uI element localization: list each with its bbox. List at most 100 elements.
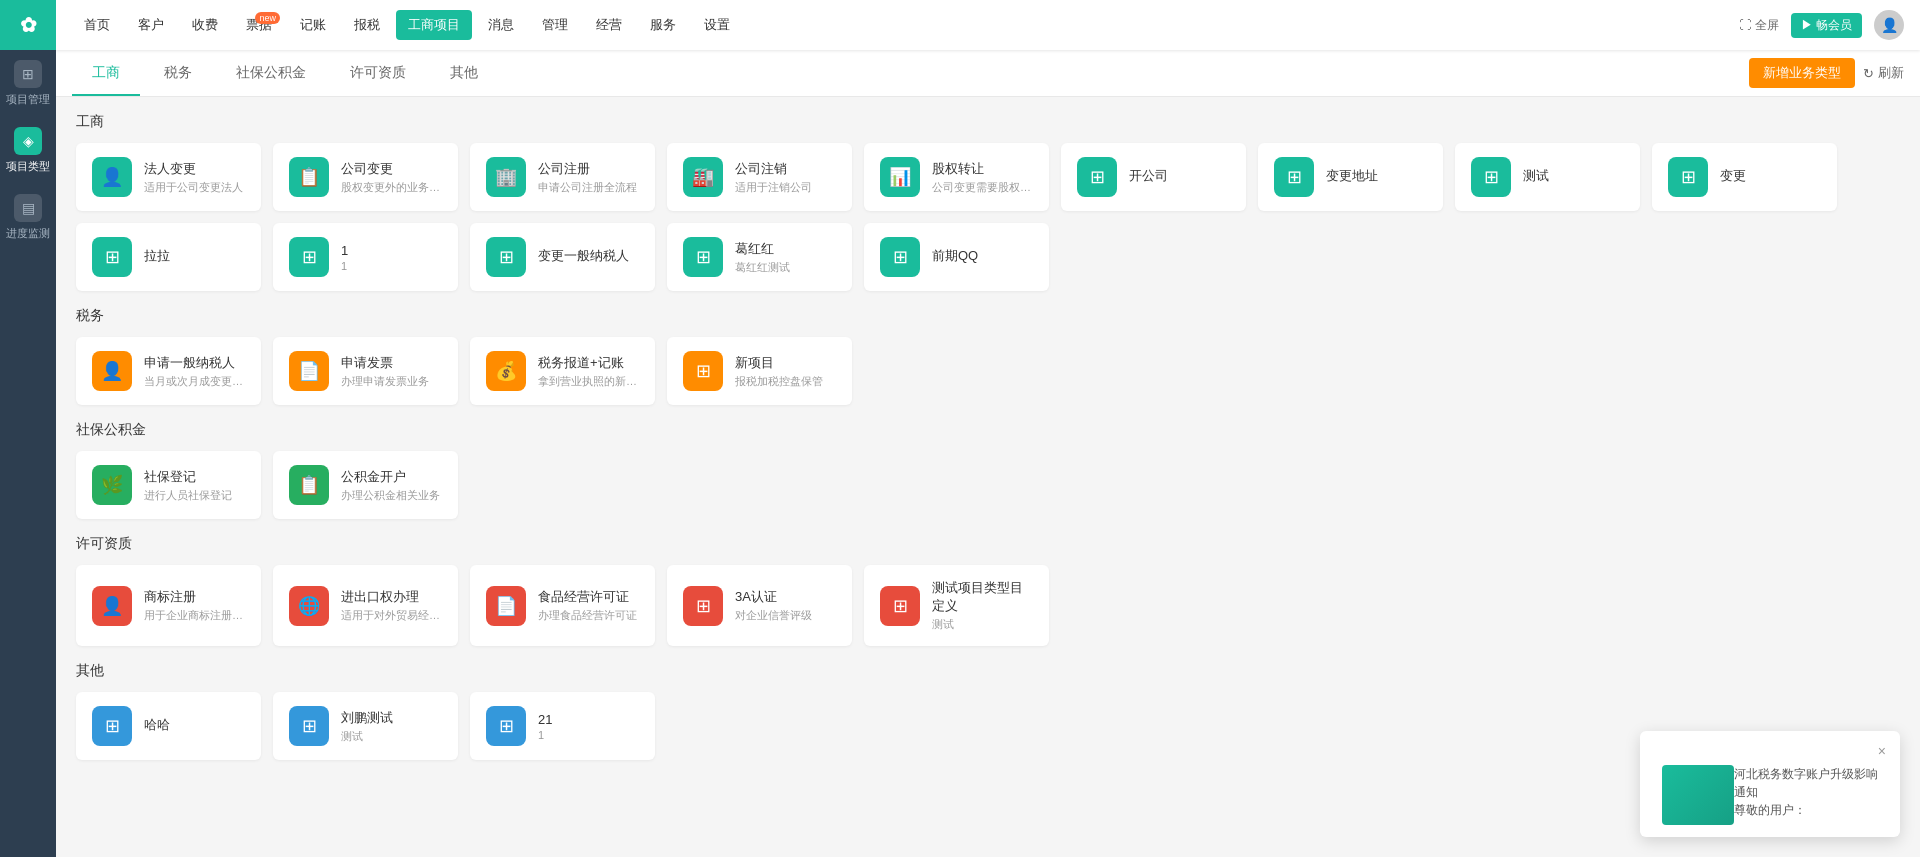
navbar-right: ⛶ 全屏 ▶ 畅会员 👤 <box>1739 10 1904 40</box>
card-tax-report[interactable]: 💰 税务报道+记账拿到营业执照的新公司 <box>470 337 655 405</box>
card-num1[interactable]: ⊞11 <box>273 223 458 291</box>
card-new-project[interactable]: ⊞新项目报税加税控盘保管 <box>667 337 852 405</box>
card-title-num1: 1 <box>341 243 442 258</box>
card-desc-tax-report: 拿到营业执照的新公司 <box>538 374 639 389</box>
card-desc-social-reg: 进行人员社保登记 <box>144 488 245 503</box>
fullscreen-icon: ⛶ <box>1739 18 1751 32</box>
card-text-apply-taxpayer: 申请一般纳税人当月或次月成变更完成 <box>144 354 245 389</box>
card-apply-taxpayer[interactable]: 👤申请一般纳税人当月或次月成变更完成 <box>76 337 261 405</box>
card-mohonghong[interactable]: ⊞葛红红葛红红测试 <box>667 223 852 291</box>
card-desc-num21: 1 <box>538 729 639 741</box>
tab-other[interactable]: 其他 <box>430 50 498 96</box>
card-icon-change-taxpayer: ⊞ <box>486 237 526 277</box>
card-social-reg[interactable]: 🌿社保登记进行人员社保登记 <box>76 451 261 519</box>
nav-tax[interactable]: 报税 <box>342 10 392 40</box>
card-fund-account[interactable]: 📋公积金开户办理公积金相关业务 <box>273 451 458 519</box>
nav-accounting[interactable]: 记账 <box>288 10 338 40</box>
tab-bizreg[interactable]: 工商 <box>72 50 140 96</box>
nav-tickets[interactable]: 票据 new <box>234 10 284 40</box>
nav-items: 首页 客户 收费 票据 new 记账 报税 工商项目 消息 管理 经营 服务 设… <box>72 10 1739 40</box>
vip-button[interactable]: ▶ 畅会员 <box>1791 13 1862 38</box>
card-icon-legal-change: 👤 <box>92 157 132 197</box>
card-icon-change-address: ⊞ <box>1274 157 1314 197</box>
nav-settings[interactable]: 设置 <box>692 10 742 40</box>
card-title-import-export: 进出口权办理 <box>341 588 442 606</box>
card-text-food-license: 食品经营许可证办理食品经营许可证 <box>538 588 639 623</box>
card-change-address[interactable]: ⊞ 变更地址 <box>1258 143 1443 211</box>
tab-license[interactable]: 许可资质 <box>330 50 426 96</box>
card-title-change-address: 变更地址 <box>1326 167 1427 185</box>
card-icon-trademark: 👤 <box>92 586 132 626</box>
nav-manage[interactable]: 管理 <box>530 10 580 40</box>
sidebar-item-progress[interactable]: ▤ 进度监测 <box>0 184 56 251</box>
nav-service[interactable]: 服务 <box>638 10 688 40</box>
card-title-lala: 拉拉 <box>144 247 245 265</box>
card-trademark[interactable]: 👤商标注册用于企业商标注册服务 <box>76 565 261 646</box>
card-change[interactable]: ⊞ 变更 <box>1652 143 1837 211</box>
new-type-button[interactable]: 新增业务类型 <box>1749 58 1855 88</box>
tab-tax[interactable]: 税务 <box>144 50 212 96</box>
card-icon-test: ⊞ <box>1471 157 1511 197</box>
card-liupeng-test[interactable]: ⊞刘鹏测试测试 <box>273 692 458 760</box>
card-company-cancel[interactable]: 🏭公司注销适用于注销公司 <box>667 143 852 211</box>
card-text-tax-report: 税务报道+记账拿到营业执照的新公司 <box>538 354 639 389</box>
user-avatar[interactable]: 👤 <box>1874 10 1904 40</box>
card-title-haha: 哈哈 <box>144 716 245 734</box>
card-title-early-qq: 前期QQ <box>932 247 1033 265</box>
refresh-button[interactable]: ↻ 刷新 <box>1863 64 1904 82</box>
nav-billing[interactable]: 收费 <box>180 10 230 40</box>
card-apply-invoice[interactable]: 📄申请发票办理申请发票业务 <box>273 337 458 405</box>
card-early-qq[interactable]: ⊞前期QQ <box>864 223 1049 291</box>
card-title-apply-invoice: 申请发票 <box>341 354 442 372</box>
card-icon-company-change: 📋 <box>289 157 329 197</box>
nav-client[interactable]: 客户 <box>126 10 176 40</box>
card-title-legal-change: 法人变更 <box>144 160 245 178</box>
card-title-change: 变更 <box>1720 167 1821 185</box>
card-company-reg[interactable]: 🏢公司注册申请公司注册全流程 <box>470 143 655 211</box>
card-change-taxpayer[interactable]: ⊞变更一般纳税人 <box>470 223 655 291</box>
card-legal-change[interactable]: 👤法人变更适用于公司变更法人 <box>76 143 261 211</box>
nav-home[interactable]: 首页 <box>72 10 122 40</box>
card-text-company-change: 公司变更股权变更外的业务变更 <box>341 160 442 195</box>
card-icon-tax-report: 💰 <box>486 351 526 391</box>
card-desc-liupeng-test: 测试 <box>341 729 442 744</box>
navbar: 首页 客户 收费 票据 new 记账 报税 工商项目 消息 管理 经营 服务 设… <box>56 0 1920 50</box>
nav-bizreg[interactable]: 工商项目 <box>396 10 472 40</box>
card-text-change-address: 变更地址 <box>1326 167 1427 187</box>
notification-close-btn[interactable]: × <box>1878 743 1886 759</box>
card-test[interactable]: ⊞测试 <box>1455 143 1640 211</box>
card-test-type-def[interactable]: ⊞测试项目类型目定义测试 <box>864 565 1049 646</box>
card-3a-cert[interactable]: ⊞3A认证对企业信誉评级 <box>667 565 852 646</box>
card-text-fund-account: 公积金开户办理公积金相关业务 <box>341 468 442 503</box>
card-num21[interactable]: ⊞211 <box>470 692 655 760</box>
tab-social[interactable]: 社保公积金 <box>216 50 326 96</box>
sidebar-label-progress: 进度监测 <box>6 226 50 241</box>
sidebar-item-project-type[interactable]: ◈ 项目类型 <box>0 117 56 184</box>
card-icon-change: ⊞ <box>1668 157 1708 197</box>
nav-messages[interactable]: 消息 <box>476 10 526 40</box>
card-text-company-reg: 公司注册申请公司注册全流程 <box>538 160 639 195</box>
card-haha[interactable]: ⊞哈哈 <box>76 692 261 760</box>
card-equity-transfer[interactable]: 📊股权转让公司变更需要股权转让 <box>864 143 1049 211</box>
section-title-other: 其他 <box>76 662 1900 680</box>
nav-operations[interactable]: 经营 <box>584 10 634 40</box>
card-company-change[interactable]: 📋 公司变更股权变更外的业务变更 <box>273 143 458 211</box>
project-type-icon: ◈ <box>14 127 42 155</box>
card-open-company[interactable]: ⊞开公司 <box>1061 143 1246 211</box>
card-lala[interactable]: ⊞ 拉拉 <box>76 223 261 291</box>
sidebar-item-project-mgmt[interactable]: ⊞ 项目管理 <box>0 50 56 117</box>
card-icon-num21: ⊞ <box>486 706 526 746</box>
card-icon-3a-cert: ⊞ <box>683 586 723 626</box>
card-food-license[interactable]: 📄 食品经营许可证办理食品经营许可证 <box>470 565 655 646</box>
card-text-liupeng-test: 刘鹏测试测试 <box>341 709 442 744</box>
card-title-trademark: 商标注册 <box>144 588 245 606</box>
play-icon: ▶ <box>1801 18 1813 32</box>
card-text-num1: 11 <box>341 243 442 272</box>
fullscreen-btn[interactable]: ⛶ 全屏 <box>1739 17 1779 34</box>
card-title-equity-transfer: 股权转让 <box>932 160 1033 178</box>
card-icon-lala: ⊞ <box>92 237 132 277</box>
card-title-company-change: 公司变更 <box>341 160 442 178</box>
card-icon-food-license: 📄 <box>486 586 526 626</box>
card-import-export[interactable]: 🌐进出口权办理适用于对外贸易经营者 <box>273 565 458 646</box>
card-desc-fund-account: 办理公积金相关业务 <box>341 488 442 503</box>
